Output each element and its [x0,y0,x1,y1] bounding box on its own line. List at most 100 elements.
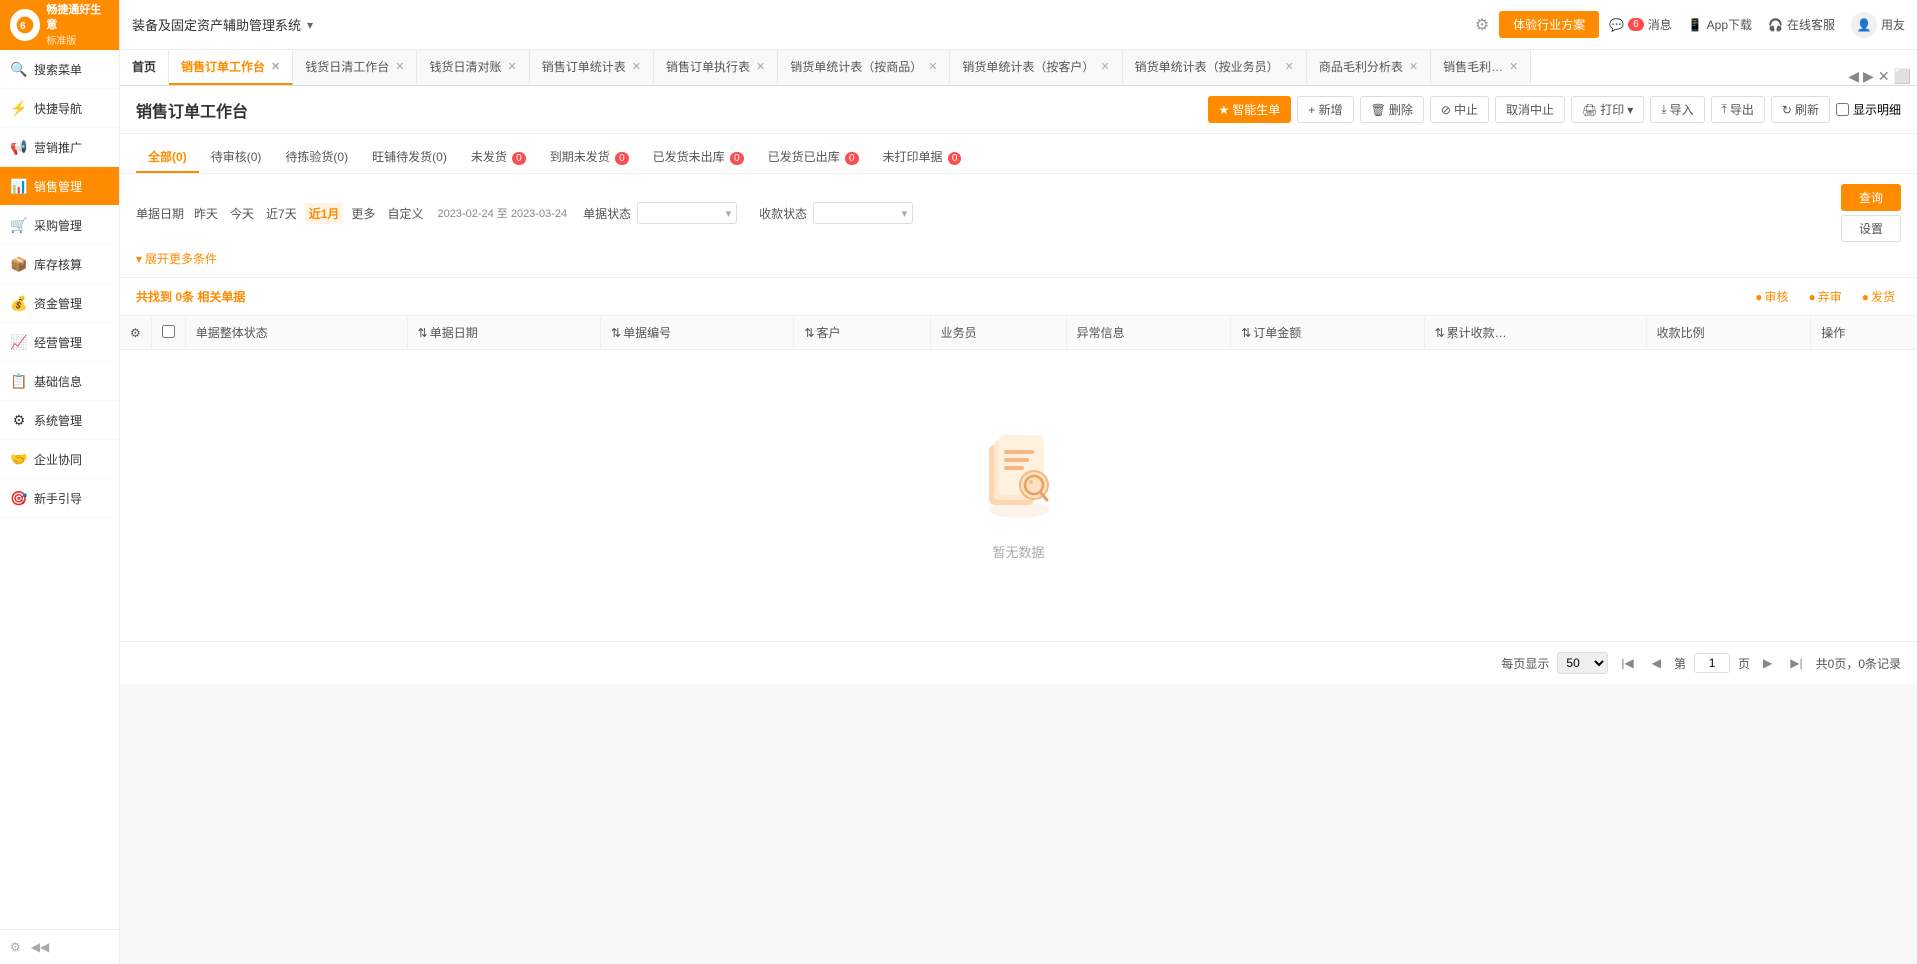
refresh-btn[interactable]: ↻ 刷新 [1771,96,1830,123]
sidebar-item-sales[interactable]: 📊 销售管理 [0,167,119,206]
date-1month[interactable]: 近1月 [305,203,344,224]
tab-sales-margin[interactable]: 销售毛利… ✕ [1431,50,1531,85]
sub-tab-not-shipped[interactable]: 未发货 0 [459,142,538,173]
import-btn[interactable]: ⤓ 导入 [1650,96,1704,123]
collapse-icon[interactable]: ◀◀ [31,940,49,954]
new-btn[interactable]: + 新增 [1297,96,1353,123]
tabs-next-icon[interactable]: ▶ [1863,68,1874,85]
sidebar-item-finance[interactable]: 💰 资金管理 [0,284,119,323]
date-today[interactable]: 今天 [226,203,258,224]
sidebar-item-inventory[interactable]: 📦 库存核算 [0,245,119,284]
sidebar-item-enterprise[interactable]: 🤝 企业协同 [0,440,119,479]
app-download-btn[interactable]: 📱 App下载 [1688,16,1752,33]
status-select[interactable] [637,202,737,224]
sidebar-item-marketing[interactable]: 📢 营销推广 [0,128,119,167]
tab-home[interactable]: 首页 [120,50,169,85]
show-detail-checkbox[interactable] [1836,103,1849,116]
tab-sales-by-customer[interactable]: 销货单统计表（按客户） ✕ [950,50,1122,85]
date-shortcuts: 昨天 今天 近7天 近1月 更多 自定义 [190,203,427,224]
next-page-btn[interactable]: ▶ [1758,654,1777,672]
date-yesterday[interactable]: 昨天 [190,203,222,224]
sub-tab-pending-check[interactable]: 待拣验货(0) [273,142,360,173]
tab-close-cash-reconcile[interactable]: ✕ [508,60,517,73]
th-date[interactable]: ⇅ 单据日期 [407,316,600,350]
sub-tab-shipped-not-out[interactable]: 已发货未出库 0 [641,142,756,173]
tab-close-sales-by-staff[interactable]: ✕ [1285,60,1294,73]
table-actions: ● 审核 ● 弃审 ● 发货 [1749,286,1901,307]
show-detail-toggle[interactable]: 显示明细 [1836,101,1901,118]
stop-btn[interactable]: ⊘ 中止 [1430,96,1489,123]
first-page-btn[interactable]: |◀ [1616,654,1638,672]
tab-margin-analysis[interactable]: 商品毛利分析表 ✕ [1307,50,1431,85]
sidebar-item-basic-info[interactable]: 📋 基础信息 [0,362,119,401]
tab-sales-stats[interactable]: 销售订单统计表 ✕ [530,50,654,85]
sub-tab-pending-review[interactable]: 待审核(0) [199,142,274,173]
sidebar-item-quick-nav[interactable]: ⚡ 快捷导航 [0,89,119,128]
sub-tab-wangpu[interactable]: 旺铺待发货(0) [360,142,459,173]
tabs-prev-icon[interactable]: ◀ [1848,68,1859,85]
smart-create-btn[interactable]: ★ 智能生单 [1208,96,1292,123]
sub-tab-overdue-not-shipped[interactable]: 到期未发货 0 [538,142,641,173]
sidebar-item-guide[interactable]: 🎯 新手引导 [0,479,119,518]
sidebar-item-system[interactable]: ⚙ 系统管理 [0,401,119,440]
date-7days[interactable]: 近7天 [262,203,301,224]
review-btn[interactable]: ● 审核 [1749,286,1794,307]
sidebar-item-purchase[interactable]: 🛒 采购管理 [0,206,119,245]
tab-close-sales-by-product[interactable]: ✕ [928,60,937,73]
th-customer[interactable]: ⇅ 客户 [794,316,930,350]
cancel-stop-btn[interactable]: 取消中止 [1495,96,1565,123]
export-btn[interactable]: ⤒ 导出 [1711,96,1765,123]
ship-btn[interactable]: ● 发货 [1856,286,1901,307]
th-check[interactable] [151,316,185,350]
page-title: 销售订单工作台 [136,98,248,122]
th-number[interactable]: ⇅ 单据编号 [601,316,794,350]
tab-close-sales-stats[interactable]: ✕ [632,60,641,73]
delete-btn[interactable]: 🗑 删除 [1360,96,1424,123]
sidebar-guide-label: 新手引导 [34,490,82,507]
tab-sales-by-product[interactable]: 销货单统计表（按商品） ✕ [778,50,950,85]
shipped-not-out-badge: 0 [730,152,744,165]
th-settings[interactable]: ⚙ [120,316,151,350]
tabs-close-all-icon[interactable]: ✕ [1878,68,1890,85]
tab-close-sales-margin[interactable]: ✕ [1509,60,1518,73]
th-amount[interactable]: ⇅ 订单金额 [1231,316,1424,350]
online-service-btn[interactable]: 🎧 在线客服 [1768,16,1835,33]
date-more[interactable]: 更多 [347,203,379,224]
sub-tab-shipped-out[interactable]: 已发货已出库 0 [756,142,871,173]
last-page-btn[interactable]: ▶| [1785,654,1807,672]
trial-btn[interactable]: 体验行业方案 [1499,11,1599,38]
sidebar-item-operations[interactable]: 📈 经营管理 [0,323,119,362]
sub-tab-not-printed[interactable]: 未打印单据 0 [871,142,974,173]
tab-cash-daily[interactable]: 钱货日清工作台 ✕ [293,50,417,85]
page-input[interactable] [1694,653,1730,673]
user-info[interactable]: 👤 用友 [1851,12,1905,38]
prev-page-btn[interactable]: ◀ [1647,654,1666,672]
topbar-gear-icon[interactable]: ⚙ [1475,15,1489,35]
date-custom[interactable]: 自定义 [383,203,427,224]
message-btn[interactable]: 💬 6 消息 [1609,16,1672,33]
tab-cash-reconcile[interactable]: 钱货日清对账 ✕ [417,50,529,85]
tab-sales-by-staff[interactable]: 销货单统计表（按业务员） ✕ [1123,50,1307,85]
sidebar-item-search[interactable]: 🔍 搜索菜单 [0,50,119,89]
tab-sales-order[interactable]: 销售订单工作台 ✕ [169,50,293,85]
payment-select[interactable] [813,202,913,224]
select-all-checkbox[interactable] [162,325,175,338]
set-btn[interactable]: 设置 [1841,215,1901,242]
th-accumulated[interactable]: ⇅ 累计收款… [1424,316,1646,350]
print-btn[interactable]: 🖨 打印 ▾ [1571,96,1644,123]
tab-sales-exec[interactable]: 销售订单执行表 ✕ [654,50,778,85]
topbar-dropdown[interactable]: ▾ [307,18,313,32]
expand-more-btn[interactable]: ▾ 展开更多条件 [136,250,1901,267]
abandon-review-btn[interactable]: ● 弃审 [1802,286,1847,307]
page-size-select[interactable]: 10 20 50 100 [1557,652,1608,674]
tabs-expand-icon[interactable]: ⬜ [1894,68,1911,85]
tab-close-margin-analysis[interactable]: ✕ [1409,60,1418,73]
tab-close-sales-by-customer[interactable]: ✕ [1100,60,1109,73]
tab-close-sales-order[interactable]: ✕ [271,60,280,73]
logo-icon: 6 [10,9,40,41]
sub-tab-all[interactable]: 全部(0) [136,142,199,173]
tab-close-cash-daily[interactable]: ✕ [395,60,404,73]
settings-icon[interactable]: ⚙ [10,940,21,954]
tab-close-sales-exec[interactable]: ✕ [756,60,765,73]
query-btn[interactable]: 查询 [1841,184,1901,211]
